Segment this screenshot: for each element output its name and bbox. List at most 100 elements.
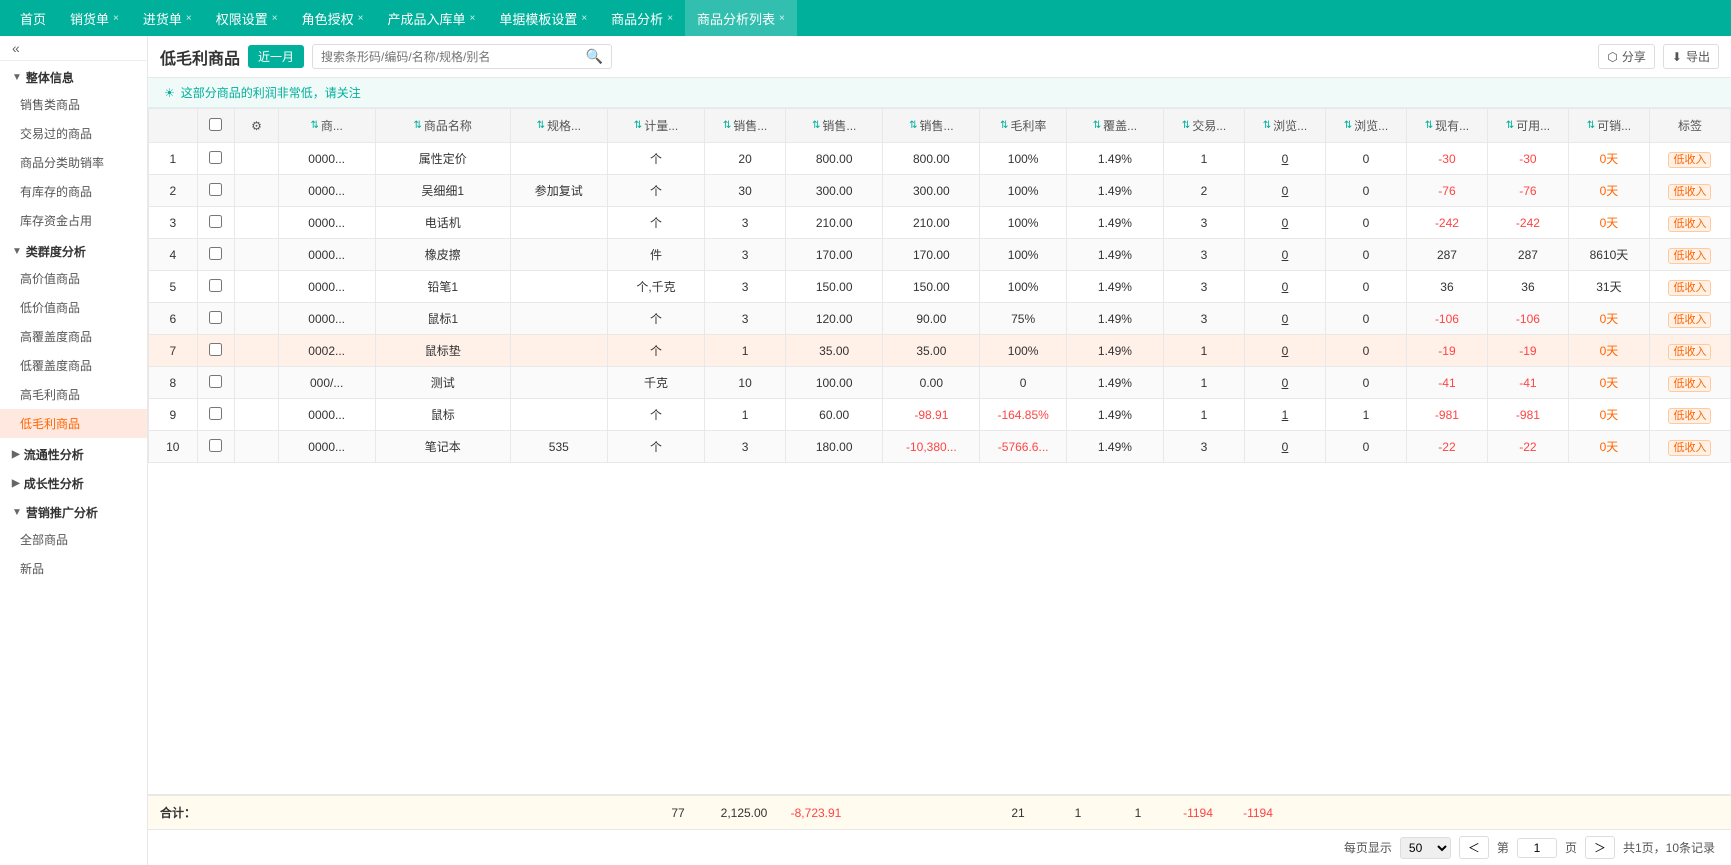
sidebar-item-all-goods[interactable]: 全部商品 [0, 525, 147, 554]
row-checkbox[interactable] [209, 247, 222, 260]
row-check[interactable] [197, 303, 235, 335]
search-box[interactable]: 🔍 [312, 44, 612, 69]
sidebar-group-cluster[interactable]: ▼ 类群度分析 [0, 235, 147, 264]
col-code-sort-icon[interactable]: ⇅ [310, 120, 318, 131]
sidebar-collapse-icon[interactable]: « [8, 40, 24, 56]
nav-product-analysis-list[interactable]: 商品分析列表 × [685, 0, 797, 36]
row-checkbox[interactable] [209, 151, 222, 164]
sidebar-item-inventory-capital[interactable]: 库存资金占用 [0, 206, 147, 235]
nav-sales-order[interactable]: 销货单 × [58, 0, 131, 36]
row-checkbox[interactable] [209, 279, 222, 292]
close-product-storage-icon[interactable]: × [469, 13, 475, 24]
col-stock2-sort-icon[interactable]: ⇅ [1506, 120, 1514, 131]
close-permission-icon[interactable]: × [272, 13, 278, 24]
row-spec [510, 303, 607, 335]
sidebar-group-marketing[interactable]: ▼ 营销推广分析 [0, 496, 147, 525]
next-page-button[interactable]: ＞ [1585, 836, 1615, 859]
nav-product-analysis[interactable]: 商品分析 × [599, 0, 685, 36]
tag-label: 低收入 [1668, 440, 1711, 456]
col-gross-sort-icon[interactable]: ⇅ [1000, 120, 1008, 131]
sidebar-item-new-goods[interactable]: 新品 [0, 554, 147, 583]
sidebar-group-growth[interactable]: ▶ 成长性分析 [0, 467, 147, 496]
nav-role-auth[interactable]: 角色授权 × [290, 0, 376, 36]
nav-permission[interactable]: 权限设置 × [204, 0, 290, 36]
table-row: 5 0000... 铅笔1 个,千克 3 150.00 150.00 100% … [149, 271, 1731, 303]
sidebar-item-low-margin[interactable]: 低毛利商品 [0, 409, 147, 438]
col-coverage-sort-icon[interactable]: ⇅ [1093, 120, 1101, 131]
row-check[interactable] [197, 207, 235, 239]
close-role-auth-icon[interactable]: × [358, 13, 364, 24]
view1-link[interactable]: 0 [1282, 312, 1289, 326]
close-product-analysis-list-icon[interactable]: × [779, 13, 785, 24]
nav-purchase-order[interactable]: 进货单 × [131, 0, 204, 36]
row-check[interactable] [197, 143, 235, 175]
sidebar-item-traded-goods[interactable]: 交易过的商品 [0, 119, 147, 148]
view1-link[interactable]: 0 [1282, 344, 1289, 358]
prev-page-button[interactable]: ＜ [1459, 836, 1489, 859]
col-price-sort-icon[interactable]: ⇅ [812, 120, 820, 131]
filter-recent-month-button[interactable]: 近一月 [248, 45, 304, 68]
view1-link[interactable]: 0 [1282, 248, 1289, 262]
view1-link[interactable]: 0 [1282, 440, 1289, 454]
row-check[interactable] [197, 431, 235, 463]
view1-link[interactable]: 0 [1282, 152, 1289, 166]
view1-link[interactable]: 0 [1282, 280, 1289, 294]
row-check[interactable] [197, 239, 235, 271]
view1-link[interactable]: 1 [1282, 408, 1289, 422]
col-stock3-sort-icon[interactable]: ⇅ [1587, 120, 1595, 131]
sidebar-item-high-coverage[interactable]: 高覆盖度商品 [0, 322, 147, 351]
close-template-icon[interactable]: × [581, 13, 587, 24]
select-all-checkbox[interactable] [209, 118, 222, 131]
share-button[interactable]: ⬡ 分享 [1598, 44, 1655, 69]
view1-link[interactable]: 0 [1282, 376, 1289, 390]
row-checkbox[interactable] [209, 343, 222, 356]
col-view2-sort-icon[interactable]: ⇅ [1344, 120, 1352, 131]
nav-home[interactable]: 首页 [8, 0, 58, 36]
row-checkbox[interactable] [209, 439, 222, 452]
row-stock1: -41 [1406, 367, 1487, 399]
view1-link[interactable]: 0 [1282, 184, 1289, 198]
sidebar-item-high-value[interactable]: 高价值商品 [0, 264, 147, 293]
row-check[interactable] [197, 367, 235, 399]
settings-icon[interactable]: ⚙ [251, 119, 262, 133]
sidebar-item-low-value[interactable]: 低价值商品 [0, 293, 147, 322]
col-trade-sort-icon[interactable]: ⇅ [1182, 120, 1190, 131]
row-check[interactable] [197, 399, 235, 431]
row-checkbox[interactable] [209, 215, 222, 228]
col-sales-qty-sort-icon[interactable]: ⇅ [723, 120, 731, 131]
sidebar-item-category-sales-rate[interactable]: 商品分类助销率 [0, 148, 147, 177]
col-name-sort-icon[interactable]: ⇅ [414, 120, 422, 131]
row-check[interactable] [197, 175, 235, 207]
col-spec-sort-icon[interactable]: ⇅ [537, 120, 545, 131]
row-check[interactable] [197, 335, 235, 367]
sidebar-item-high-margin[interactable]: 高毛利商品 [0, 380, 147, 409]
col-view1-sort-icon[interactable]: ⇅ [1263, 120, 1271, 131]
row-sales-amt: 150.00 [883, 271, 980, 303]
row-checkbox[interactable] [209, 375, 222, 388]
export-button[interactable]: ⬇ 导出 [1663, 44, 1719, 69]
nav-product-storage[interactable]: 产成品入库单 × [375, 0, 487, 36]
nav-template[interactable]: 单据模板设置 × [487, 0, 599, 36]
per-page-select[interactable]: 20 50 100 [1400, 837, 1451, 859]
view1-link[interactable]: 0 [1282, 216, 1289, 230]
sidebar-item-low-coverage[interactable]: 低覆盖度商品 [0, 351, 147, 380]
sidebar-item-in-stock-goods[interactable]: 有库存的商品 [0, 177, 147, 206]
row-checkbox[interactable] [209, 183, 222, 196]
search-icon[interactable]: 🔍 [586, 48, 603, 65]
page-number-input[interactable] [1517, 838, 1557, 858]
sidebar-item-sales-goods[interactable]: 销售类商品 [0, 90, 147, 119]
col-unit-sort-icon[interactable]: ⇅ [634, 120, 642, 131]
totals-view2: 1 [1108, 806, 1168, 820]
close-product-analysis-icon[interactable]: × [667, 13, 673, 24]
row-checkbox[interactable] [209, 407, 222, 420]
col-stock1-sort-icon[interactable]: ⇅ [1425, 120, 1433, 131]
col-sales-amt-sort-icon[interactable]: ⇅ [909, 120, 917, 131]
row-check[interactable] [197, 271, 235, 303]
sidebar-group-overall[interactable]: ▼ 整体信息 [0, 61, 147, 90]
row-tag: 低收入 [1649, 271, 1730, 303]
close-sales-order-icon[interactable]: × [113, 13, 119, 24]
search-input[interactable] [321, 50, 586, 64]
row-checkbox[interactable] [209, 311, 222, 324]
close-purchase-order-icon[interactable]: × [186, 13, 192, 24]
sidebar-group-liquidity[interactable]: ▶ 流通性分析 [0, 438, 147, 467]
